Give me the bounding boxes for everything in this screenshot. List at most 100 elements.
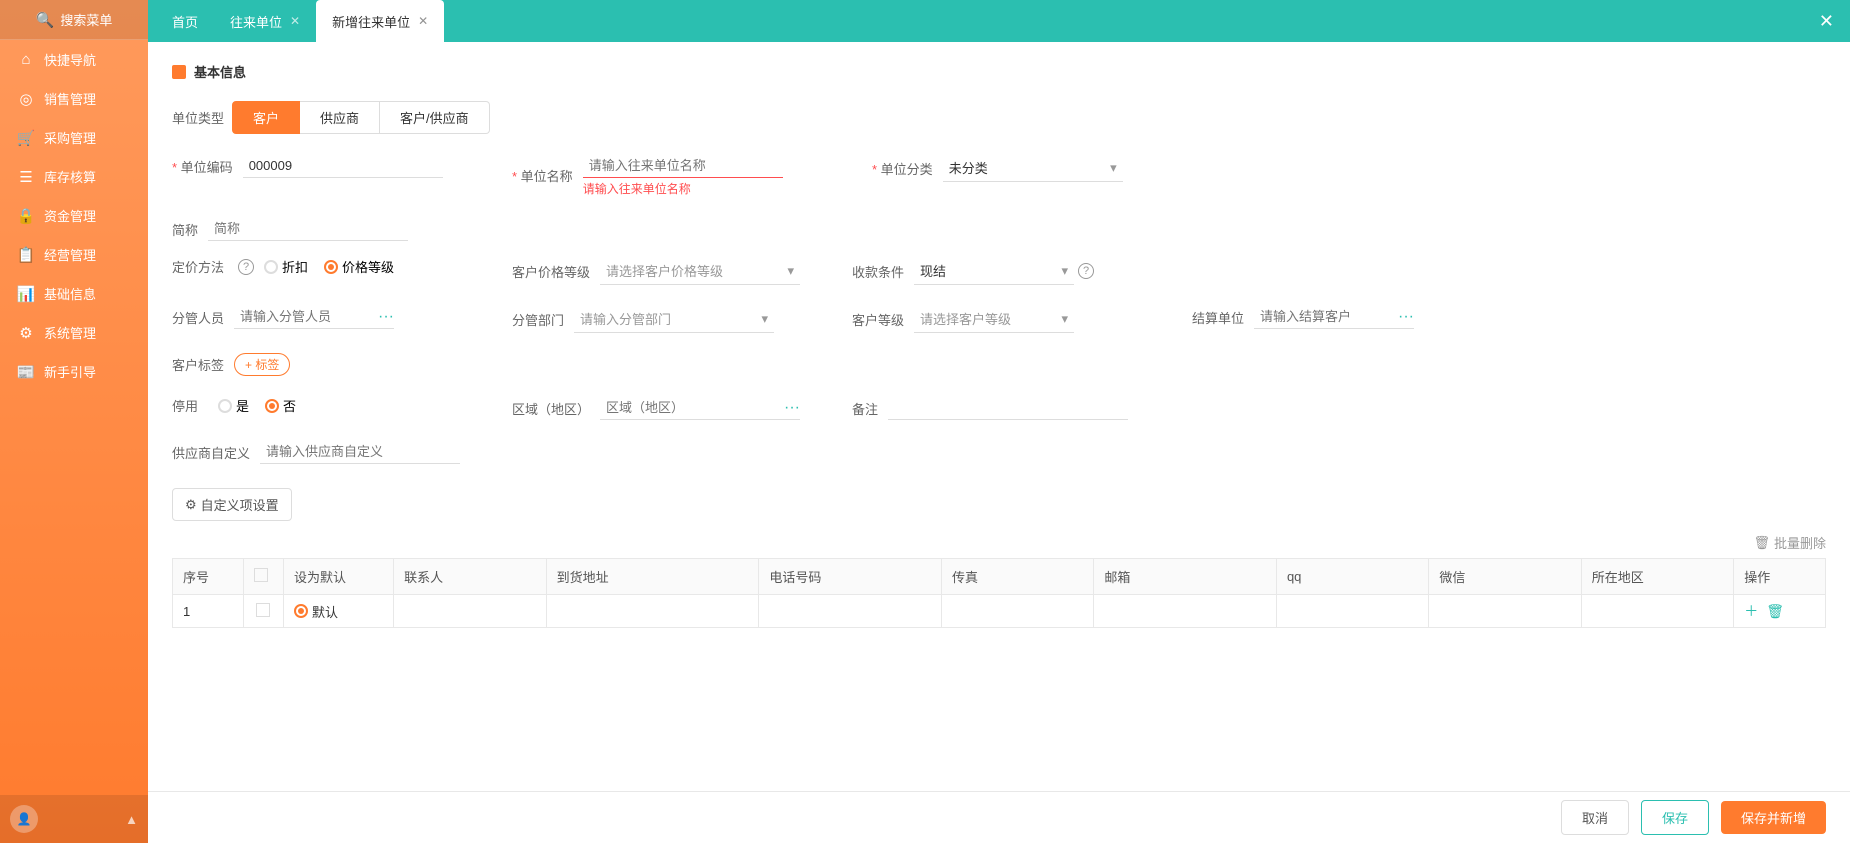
customer-price-level-placeholder: 请选择客户价格等级 — [606, 261, 783, 280]
sidebar: 🔍 搜索菜单 ⌂ 快捷导航 ◎ 销售管理 🛒 采购管理 ☰ 库存核算 🔒 资金管… — [0, 0, 148, 843]
short-name-input[interactable] — [208, 217, 408, 241]
type-btn-both[interactable]: 客户/供应商 — [380, 101, 490, 134]
type-btn-customer[interactable]: 客户 — [232, 101, 300, 134]
customer-level-label: 客户等级 — [852, 310, 904, 329]
tab-home[interactable]: 首页 — [156, 0, 214, 42]
sidebar-item-label: 基础信息 — [44, 284, 96, 303]
col-action: 操作 — [1734, 559, 1826, 595]
settlement-input-wrap: ··· — [1254, 305, 1414, 329]
search-menu-label: 搜索菜单 — [60, 10, 112, 29]
contact-input[interactable] — [404, 604, 484, 619]
clipboard-icon: 📋 — [16, 246, 36, 264]
settlement-more-btn[interactable]: ··· — [1398, 308, 1414, 326]
settlement-input[interactable] — [1254, 305, 1394, 328]
home-icon: ⌂ — [16, 51, 36, 68]
cancel-button[interactable]: 取消 — [1561, 800, 1629, 835]
col-default: 设为默认 — [283, 559, 393, 595]
manager-row: 分管人员 ··· 分管部门 请输入分管部门 ▾ 客户等级 请选择客户等级 — [172, 305, 1826, 333]
tab-partner-list[interactable]: 往来单位 ✕ — [214, 0, 316, 42]
cell-seq: 1 — [173, 595, 244, 628]
batch-delete-label[interactable]: 批量删除 — [1774, 533, 1826, 552]
customer-level-group: 客户等级 请选择客户等级 ▾ — [852, 305, 1152, 333]
sidebar-item-quick-nav[interactable]: ⌂ 快捷导航 — [0, 40, 148, 79]
add-tag-btn[interactable]: + 标签 — [234, 353, 290, 376]
sidebar-item-label: 新手引导 — [44, 362, 96, 381]
col-seq: 序号 — [173, 559, 244, 595]
section-title-text: 基本信息 — [194, 62, 246, 81]
department-select[interactable]: 请输入分管部门 ▾ — [574, 305, 774, 333]
fax-input[interactable] — [952, 604, 1032, 619]
circle-icon: ◎ — [16, 90, 36, 108]
close-partner-list-tab[interactable]: ✕ — [290, 14, 300, 28]
sidebar-item-operations[interactable]: 📋 经营管理 — [0, 235, 148, 274]
tab-new-partner[interactable]: 新增往来单位 ✕ — [316, 0, 444, 42]
customer-tag-group: 客户标签 + 标签 — [172, 353, 472, 376]
sidebar-item-guide[interactable]: 📰 新手引导 — [0, 352, 148, 391]
phone-input[interactable] — [769, 604, 869, 619]
pricing-discount-radio[interactable]: 折扣 — [264, 257, 308, 276]
customer-level-chevron-icon: ▾ — [1061, 311, 1068, 327]
pricing-help-icon[interactable]: ? — [238, 259, 254, 275]
chart-icon: 📊 — [16, 285, 36, 303]
qq-input[interactable] — [1287, 604, 1367, 619]
unit-type-row: 单位类型 客户 供应商 客户/供应商 — [172, 101, 1826, 134]
region-input[interactable] — [600, 396, 780, 419]
cell-default: 默认 — [283, 595, 393, 628]
row-region-input[interactable] — [1592, 604, 1672, 619]
col-fax: 传真 — [941, 559, 1093, 595]
sidebar-item-purchase[interactable]: 🛒 采购管理 — [0, 118, 148, 157]
unit-code-input[interactable] — [243, 154, 443, 178]
customer-level-placeholder: 请选择客户等级 — [920, 309, 1057, 328]
supplier-custom-group: 供应商自定义 — [172, 440, 472, 464]
sidebar-item-system[interactable]: ⚙ 系统管理 — [0, 313, 148, 352]
supplier-custom-input[interactable] — [260, 440, 460, 464]
custom-settings-btn[interactable]: ⚙ 自定义项设置 — [172, 488, 292, 521]
email-input[interactable] — [1104, 604, 1204, 619]
pricing-level-radio[interactable]: 价格等级 — [324, 257, 394, 276]
region-group: 区域（地区） ··· — [512, 396, 812, 420]
select-all-checkbox[interactable] — [254, 568, 268, 582]
sidebar-item-finance[interactable]: 🔒 资金管理 — [0, 196, 148, 235]
supplier-custom-label: 供应商自定义 — [172, 443, 250, 462]
save-new-button[interactable]: 保存并新增 — [1721, 801, 1826, 834]
address-input[interactable] — [557, 604, 677, 619]
search-menu-btn[interactable]: 🔍 搜索菜单 — [0, 0, 148, 40]
tab-bar-close-btn[interactable]: ✕ — [1811, 11, 1842, 32]
sidebar-item-basic-info[interactable]: 📊 基础信息 — [0, 274, 148, 313]
bottom-bar: 取消 保存 保存并新增 — [148, 791, 1850, 843]
type-btn-supplier[interactable]: 供应商 — [300, 101, 380, 134]
unit-category-group: 单位分类 未分类 ▾ — [872, 154, 1172, 182]
add-row-icon[interactable]: ＋ — [1744, 601, 1758, 621]
wechat-input[interactable] — [1439, 604, 1519, 619]
tab-new-partner-label: 新增往来单位 — [332, 12, 410, 31]
manager-input[interactable] — [234, 305, 374, 328]
sidebar-item-inventory[interactable]: ☰ 库存核算 — [0, 157, 148, 196]
customer-level-select[interactable]: 请选择客户等级 ▾ — [914, 305, 1074, 333]
department-label: 分管部门 — [512, 310, 564, 329]
bag-icon: 🛒 — [16, 129, 36, 147]
save-button[interactable]: 保存 — [1641, 800, 1709, 835]
remark-input[interactable] — [888, 396, 1128, 420]
payment-terms-select[interactable]: 现结 ▾ — [914, 257, 1074, 285]
col-phone: 电话号码 — [759, 559, 942, 595]
unit-name-input[interactable] — [583, 154, 783, 178]
cell-qq — [1276, 595, 1428, 628]
row-checkbox[interactable] — [256, 603, 270, 617]
unit-category-select[interactable]: 未分类 ▾ — [943, 154, 1123, 182]
disabled-no-radio[interactable]: 否 — [265, 396, 296, 415]
manager-more-btn[interactable]: ··· — [378, 308, 394, 326]
col-wechat: 微信 — [1429, 559, 1581, 595]
region-more-btn[interactable]: ··· — [784, 399, 800, 417]
delete-row-icon[interactable]: 🗑 — [1766, 603, 1784, 620]
disabled-yes-radio[interactable]: 是 — [218, 396, 249, 415]
remark-group: 备注 — [852, 396, 1152, 420]
customer-price-level-group: 客户价格等级 请选择客户价格等级 ▾ — [512, 257, 812, 285]
default-radio[interactable]: 默认 — [294, 602, 383, 621]
close-new-partner-tab[interactable]: ✕ — [418, 14, 428, 28]
sidebar-item-sales[interactable]: ◎ 销售管理 — [0, 79, 148, 118]
department-chevron-icon: ▾ — [761, 311, 768, 327]
cell-email — [1094, 595, 1277, 628]
payment-terms-help-icon[interactable]: ? — [1078, 263, 1094, 279]
unit-type-btn-group: 客户 供应商 客户/供应商 — [232, 101, 490, 134]
customer-price-level-select[interactable]: 请选择客户价格等级 ▾ — [600, 257, 800, 285]
